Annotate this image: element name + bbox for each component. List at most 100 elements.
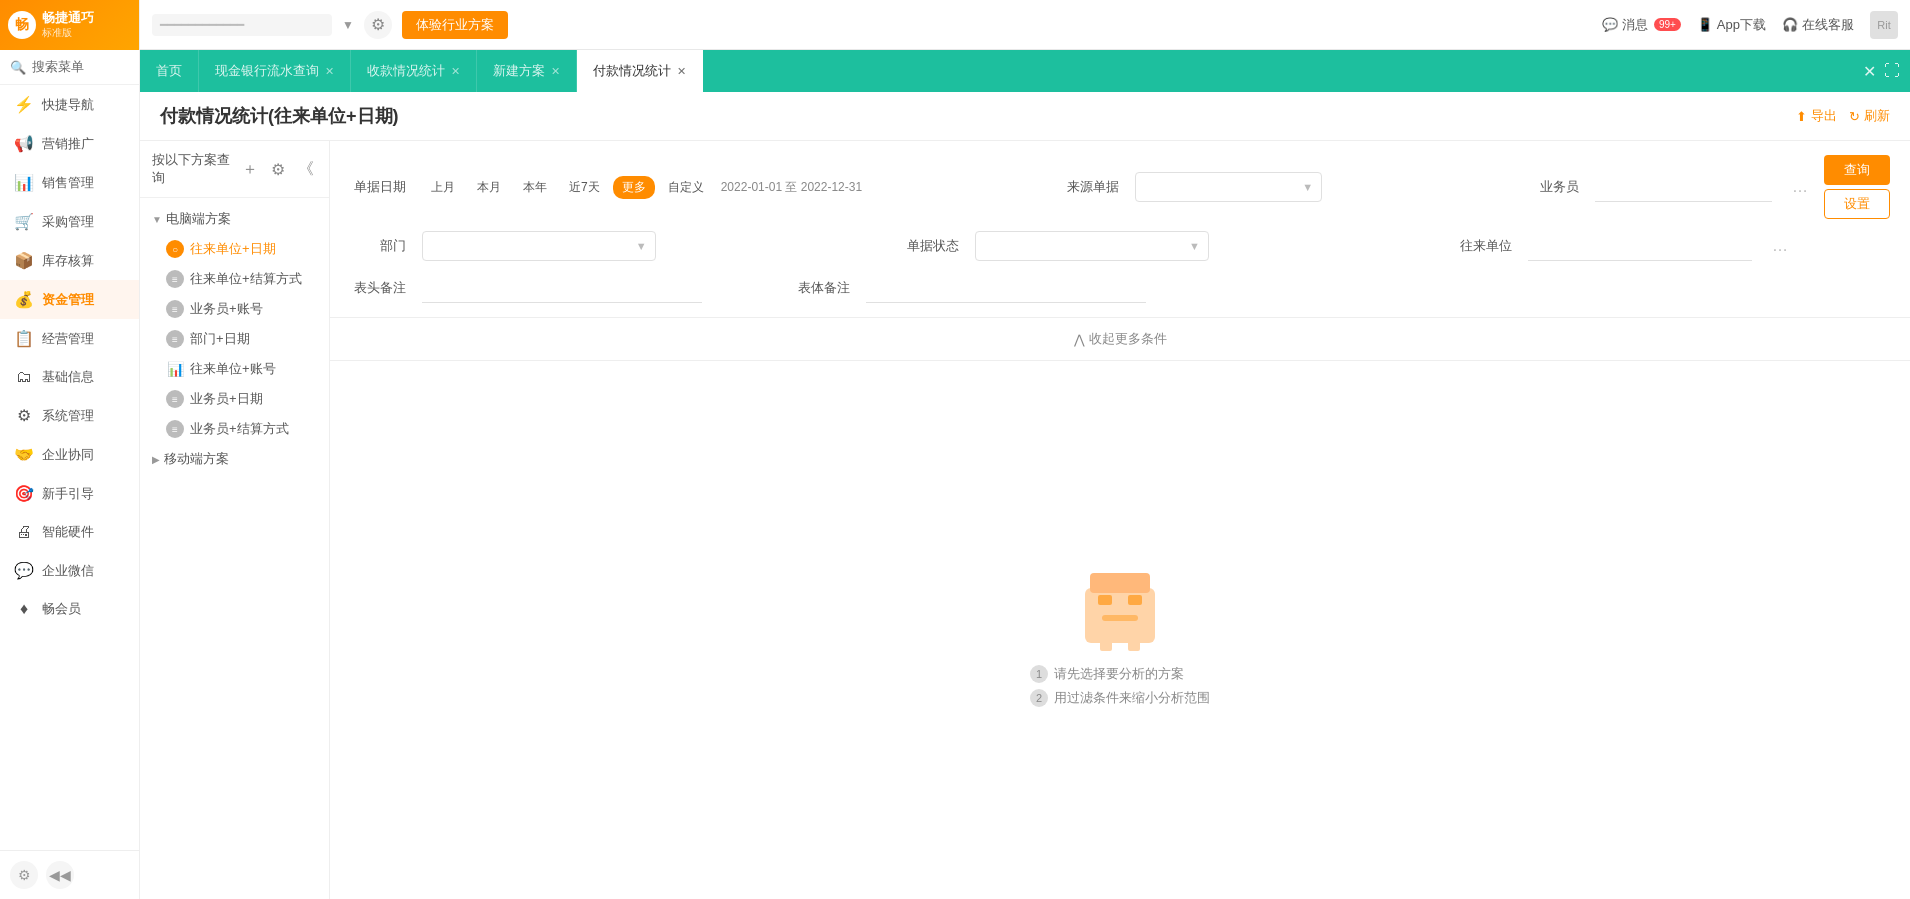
mobile-group-arrow: ▶ xyxy=(152,454,160,465)
sidebar-search-label: 搜索菜单 xyxy=(32,58,84,76)
tab-new-scheme-close[interactable]: ✕ xyxy=(551,65,560,78)
scheme-item-partner-account[interactable]: 📊 往来单位+账号 xyxy=(140,354,329,384)
scheme-item-label: 往来单位+账号 xyxy=(190,360,276,378)
collapse-conditions-btn[interactable]: ⋀ 收起更多条件 xyxy=(1062,326,1179,352)
app-icon: 📱 xyxy=(1697,17,1713,32)
tab-bank-flow[interactable]: 现金银行流水查询 ✕ xyxy=(199,50,351,92)
scheme-add-btn[interactable]: ＋ xyxy=(239,158,261,180)
topbar-chevron-icon[interactable]: ▼ xyxy=(342,18,354,32)
scheme-item-partner-date[interactable]: ○ 往来单位+日期 xyxy=(140,234,329,264)
scheme-settings-btn[interactable]: ⚙ xyxy=(267,158,289,180)
scheme-collapse-btn[interactable]: 《 xyxy=(295,158,317,180)
user-avatar[interactable]: Rit xyxy=(1870,11,1898,39)
source-select[interactable]: ▼ xyxy=(1135,172,1322,202)
sidebar-settings-btn[interactable]: ⚙ xyxy=(10,861,38,889)
sidebar-item-label: 企业微信 xyxy=(42,562,94,580)
salesperson-input[interactable] xyxy=(1595,172,1772,202)
sales-icon: 📊 xyxy=(14,173,34,192)
content-area: 按以下方案查询 ＋ ⚙ 《 xyxy=(140,141,1910,899)
empty-illustration xyxy=(1060,553,1180,653)
sidebar-item-label: 快捷导航 xyxy=(42,96,94,114)
sidebar-collapse-btn[interactable]: ◀◀ xyxy=(46,861,74,889)
scheme-group-pc[interactable]: ▼ 电脑端方案 xyxy=(140,204,329,234)
refresh-icon: ↻ xyxy=(1849,109,1860,124)
date-last-7days[interactable]: 近7天 xyxy=(560,175,609,200)
sidebar-item-vip[interactable]: ♦ 畅会员 xyxy=(0,590,139,628)
tab-collection-stat-label: 收款情况统计 xyxy=(367,62,445,80)
doc-status-chevron: ▼ xyxy=(1189,240,1200,252)
sidebar-item-finance[interactable]: 💰 资金管理 xyxy=(0,280,139,319)
sidebar-search[interactable]: 🔍 搜索菜单 xyxy=(0,50,139,85)
scheme-group-mobile[interactable]: ▶ 移动端方案 xyxy=(140,444,329,474)
tab-collection-stat[interactable]: 收款情况统计 ✕ xyxy=(351,50,477,92)
scheme-item-staff-date[interactable]: ≡ 业务员+日期 xyxy=(140,384,329,414)
collapse-icon: 《 xyxy=(298,159,314,180)
sidebar-item-operation[interactable]: 📋 经营管理 xyxy=(0,319,139,358)
source-chevron: ▼ xyxy=(1302,181,1313,193)
partner-label: 往来单位 xyxy=(1456,237,1512,255)
message-btn[interactable]: 💬 消息 99+ xyxy=(1602,16,1681,34)
svg-rect-4 xyxy=(1102,615,1138,621)
scheme-item-staff-settlement[interactable]: ≡ 业务员+结算方式 xyxy=(140,414,329,444)
pc-group-arrow: ▼ xyxy=(152,214,162,225)
sidebar-footer: ⚙ ◀◀ xyxy=(0,850,139,899)
tab-expand-btn[interactable]: ⛶ xyxy=(1884,62,1900,80)
message-label: 消息 xyxy=(1622,16,1648,34)
trial-btn[interactable]: 体验行业方案 xyxy=(402,11,508,39)
partner-dots[interactable]: … xyxy=(1772,237,1788,255)
tab-new-scheme[interactable]: 新建方案 ✕ xyxy=(477,50,577,92)
tab-home[interactable]: 首页 xyxy=(140,50,199,92)
online-service-btn[interactable]: 🎧 在线客服 xyxy=(1782,16,1854,34)
scheme-item-icon: ○ xyxy=(166,240,184,258)
date-this-month[interactable]: 本月 xyxy=(468,175,510,200)
date-more[interactable]: 更多 xyxy=(613,176,655,199)
topbar-address-bar[interactable]: ━━━━━━━━━━━━ xyxy=(152,14,332,36)
app-download-btn[interactable]: 📱 App下载 xyxy=(1697,16,1766,34)
sidebar-item-base-info[interactable]: 🗂 基础信息 xyxy=(0,358,139,396)
sidebar-item-hardware[interactable]: 🖨 智能硬件 xyxy=(0,513,139,551)
sidebar-item-enterprise[interactable]: 🤝 企业协同 xyxy=(0,435,139,474)
message-badge: 99+ xyxy=(1654,18,1681,31)
tab-close-all-btn[interactable]: ✕ xyxy=(1863,62,1876,81)
tab-bank-flow-close[interactable]: ✕ xyxy=(325,65,334,78)
sidebar-item-marketing[interactable]: 📢 营销推广 xyxy=(0,124,139,163)
date-this-year[interactable]: 本年 xyxy=(514,175,556,200)
scheme-item-dept-date[interactable]: ≡ 部门+日期 xyxy=(140,324,329,354)
settings-btn[interactable]: 设置 xyxy=(1824,189,1890,219)
tab-bank-flow-label: 现金银行流水查询 xyxy=(215,62,319,80)
guide-icon: 🎯 xyxy=(14,484,34,503)
query-btn[interactable]: 查询 xyxy=(1824,155,1890,185)
topbar-settings-btn[interactable]: ⚙ xyxy=(364,11,392,39)
sidebar-item-inventory[interactable]: 📦 库存核算 xyxy=(0,241,139,280)
scheme-item-staff-account[interactable]: ≡ 业务员+账号 xyxy=(140,294,329,324)
svg-rect-2 xyxy=(1098,595,1112,605)
sidebar-item-wechat[interactable]: 💬 企业微信 xyxy=(0,551,139,590)
service-icon: 🎧 xyxy=(1782,17,1798,32)
tab-payment-stat[interactable]: 付款情况统计 ✕ xyxy=(577,50,703,92)
sidebar-item-guide[interactable]: 🎯 新手引导 xyxy=(0,474,139,513)
dept-select[interactable]: ▼ xyxy=(422,231,656,261)
sidebar-item-purchase[interactable]: 🛒 采购管理 xyxy=(0,202,139,241)
salesperson-dots[interactable]: … xyxy=(1792,178,1808,196)
export-btn[interactable]: ⬆ 导出 xyxy=(1796,107,1837,125)
online-service-label: 在线客服 xyxy=(1802,16,1854,34)
sidebar-item-label: 销售管理 xyxy=(42,174,94,192)
date-last-month[interactable]: 上月 xyxy=(422,175,464,200)
sidebar-item-sales[interactable]: 📊 销售管理 xyxy=(0,163,139,202)
source-label: 来源单据 xyxy=(1063,178,1119,196)
doc-status-select[interactable]: ▼ xyxy=(975,231,1209,261)
tab-payment-close[interactable]: ✕ xyxy=(677,65,686,78)
tab-collection-close[interactable]: ✕ xyxy=(451,65,460,78)
header-note-input[interactable] xyxy=(422,273,702,303)
scheme-item-icon: ≡ xyxy=(166,270,184,288)
hint-text-2: 用过滤条件来缩小分析范围 xyxy=(1054,689,1210,707)
system-icon: ⚙ xyxy=(14,406,34,425)
main-area: ━━━━━━━━━━━━ ▼ ⚙ 体验行业方案 💬 消息 99+ 📱 App下载… xyxy=(140,0,1910,899)
partner-input[interactable] xyxy=(1528,231,1752,261)
sidebar-item-quick-nav[interactable]: ⚡ 快捷导航 xyxy=(0,85,139,124)
body-note-input[interactable] xyxy=(866,273,1146,303)
date-custom[interactable]: 自定义 xyxy=(659,175,713,200)
refresh-btn[interactable]: ↻ 刷新 xyxy=(1849,107,1890,125)
scheme-item-partner-settlement[interactable]: ≡ 往来单位+结算方式 xyxy=(140,264,329,294)
sidebar-item-system[interactable]: ⚙ 系统管理 xyxy=(0,396,139,435)
